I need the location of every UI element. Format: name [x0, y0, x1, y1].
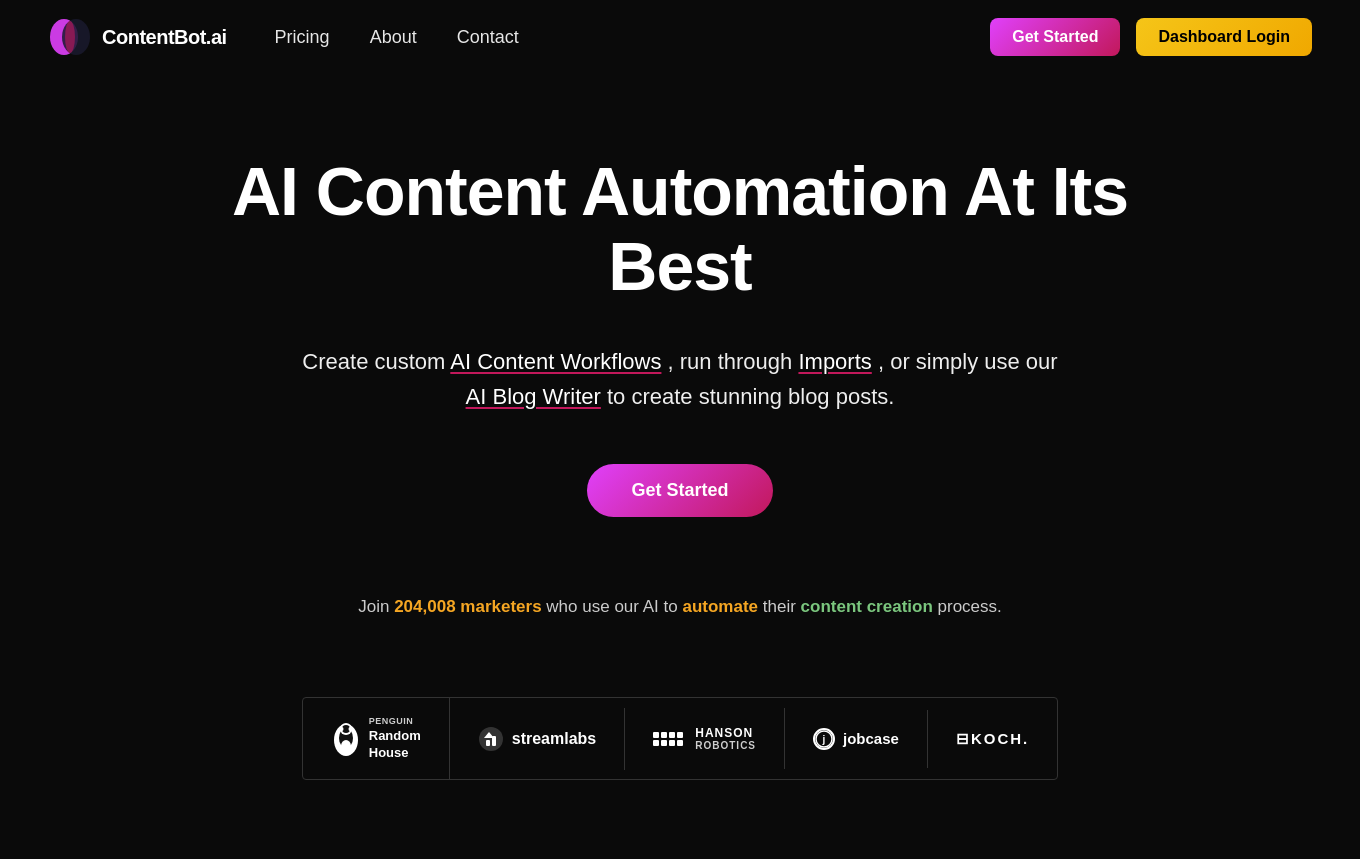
- nav-right: Get Started Dashboard Login: [990, 18, 1312, 56]
- subtitle-suffix: to create stunning blog posts.: [607, 384, 894, 409]
- svg-text:j: j: [822, 734, 826, 745]
- subtitle-after: , or simply use our: [878, 349, 1058, 374]
- penguin-icon: [331, 720, 361, 758]
- svg-point-2: [65, 21, 75, 53]
- nav-item-contact[interactable]: Contact: [457, 27, 519, 48]
- logo-text: ContentBot.ai: [102, 26, 227, 49]
- svg-point-9: [341, 740, 351, 752]
- nav-left: ContentBot.ai Pricing About Contact: [48, 16, 519, 58]
- social-prefix: Join: [358, 597, 389, 616]
- subtitle-middle: , run through: [668, 349, 793, 374]
- logo-penguin: PENGUIN Random House: [303, 698, 450, 779]
- social-content-creation: content creation: [801, 597, 933, 616]
- navbar: ContentBot.ai Pricing About Contact Get …: [0, 0, 1360, 74]
- subtitle-prefix: Create custom: [302, 349, 445, 374]
- hanson-text: HANSON ROBOTICS: [695, 726, 756, 751]
- social-proof-section: Join 204,008 marketers who use our AI to…: [0, 577, 1360, 677]
- logo-koch: ⊟KOCH.: [928, 712, 1057, 766]
- nav-link-contact[interactable]: Contact: [457, 27, 519, 47]
- social-their: their: [763, 597, 801, 616]
- svg-point-8: [348, 727, 351, 731]
- svg-rect-11: [486, 740, 490, 746]
- logo-streamlabs: streamlabs: [450, 708, 626, 770]
- logos-section: PENGUIN Random House streamlabs HANSON: [0, 677, 1360, 840]
- nav-item-about[interactable]: About: [370, 27, 417, 48]
- streamlabs-icon: [478, 726, 504, 752]
- jobcase-icon: j: [813, 728, 835, 750]
- social-automate: automate: [682, 597, 758, 616]
- logo-icon: [48, 16, 90, 58]
- streamlabs-text: streamlabs: [512, 730, 597, 748]
- subtitle-link-blog-writer[interactable]: AI Blog Writer: [466, 384, 601, 409]
- svg-point-7: [340, 727, 343, 731]
- hero-title: AI Content Automation At Its Best: [230, 154, 1130, 304]
- subtitle-link-workflows[interactable]: AI Content Workflows: [450, 349, 661, 374]
- svg-point-10: [479, 727, 503, 751]
- penguin-text: PENGUIN Random House: [369, 716, 421, 761]
- nav-link-pricing[interactable]: Pricing: [275, 27, 330, 47]
- nav-item-pricing[interactable]: Pricing: [275, 27, 330, 48]
- logo-jobcase: j jobcase: [785, 710, 928, 768]
- nav-link-about[interactable]: About: [370, 27, 417, 47]
- koch-text: ⊟KOCH.: [956, 730, 1029, 748]
- subtitle-link-imports[interactable]: Imports: [798, 349, 871, 374]
- social-suffix: process.: [938, 597, 1002, 616]
- logo-hanson: HANSON ROBOTICS: [625, 708, 785, 769]
- dashboard-login-button[interactable]: Dashboard Login: [1136, 18, 1312, 56]
- hero-subtitle: Create custom AI Content Workflows , run…: [300, 344, 1060, 414]
- social-middle: who use our AI to: [546, 597, 682, 616]
- logo-link[interactable]: ContentBot.ai: [48, 16, 227, 58]
- hero-get-started-button[interactable]: Get Started: [587, 464, 772, 517]
- hero-section: AI Content Automation At Its Best Create…: [0, 74, 1360, 577]
- hanson-grid-icon: [653, 732, 683, 746]
- logos-inner: PENGUIN Random House streamlabs HANSON: [302, 697, 1059, 780]
- nav-links: Pricing About Contact: [275, 27, 519, 48]
- social-count: 204,008 marketers: [394, 597, 541, 616]
- nav-get-started-button[interactable]: Get Started: [990, 18, 1120, 56]
- jobcase-text: jobcase: [843, 730, 899, 747]
